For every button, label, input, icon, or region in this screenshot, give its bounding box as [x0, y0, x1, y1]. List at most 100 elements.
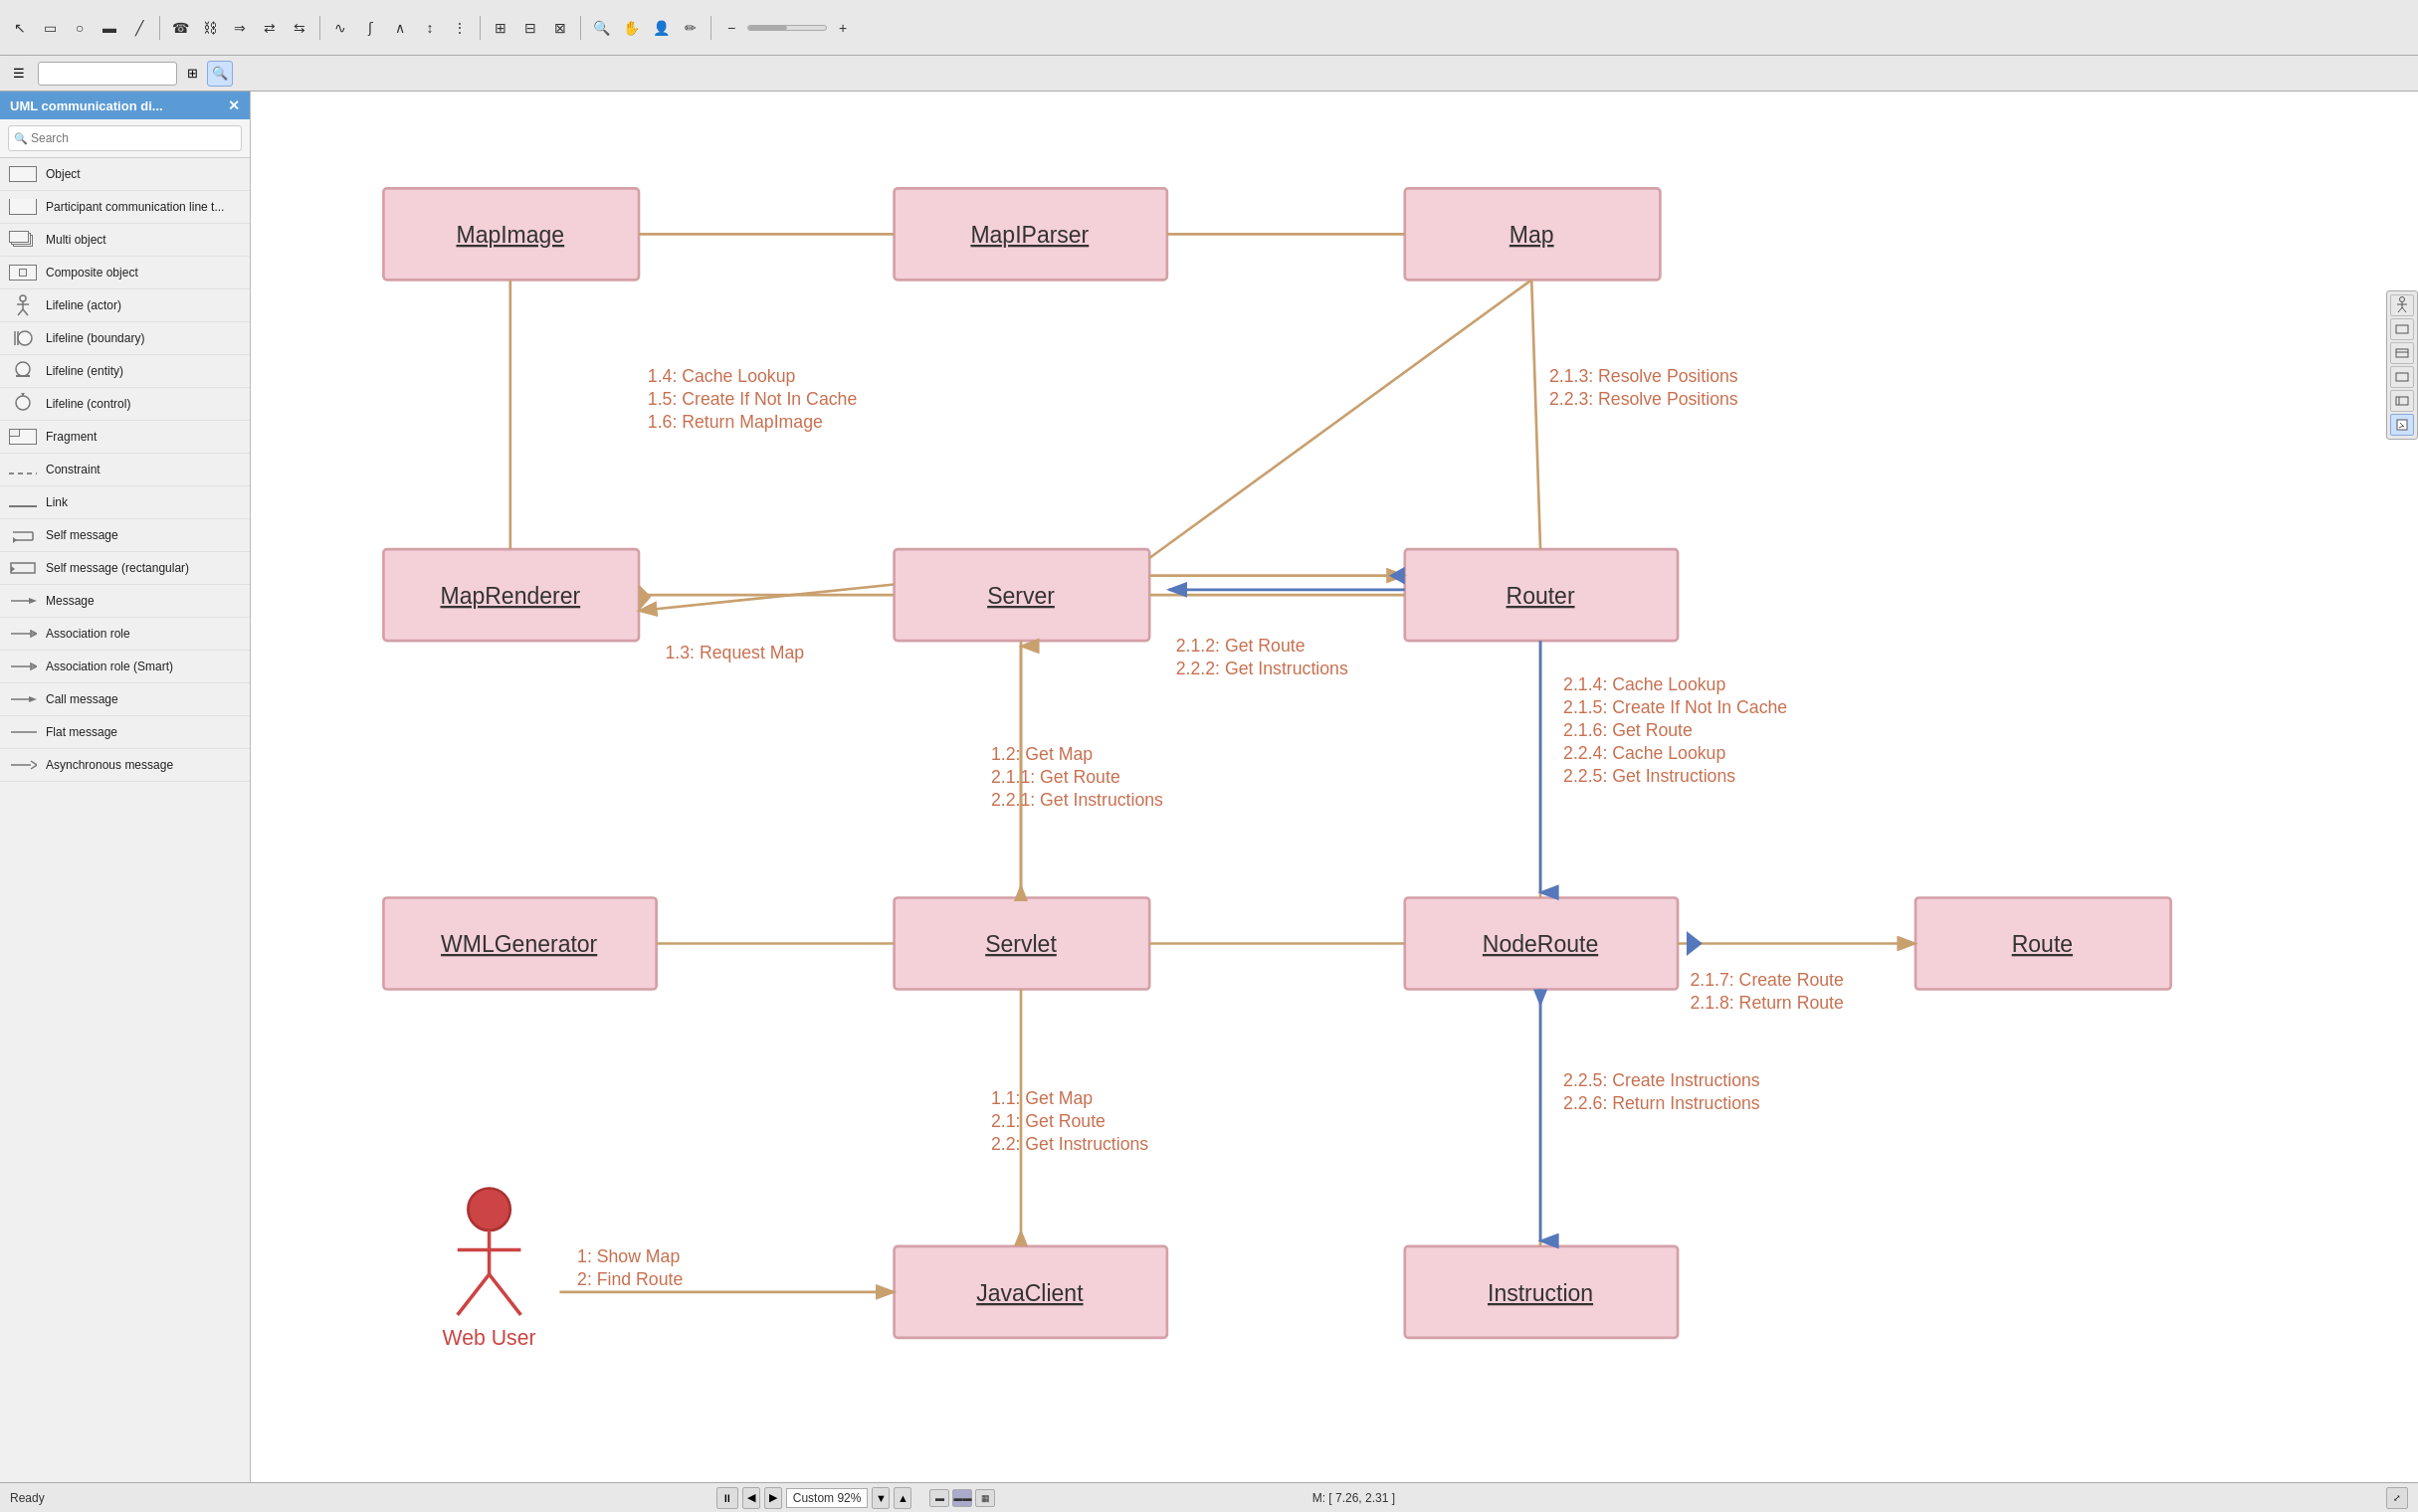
expand-btn[interactable]: ⤢ [2386, 1487, 2408, 1509]
diagram-search-input[interactable] [38, 62, 177, 86]
svg-text:2.1.5: Create If Not In Cache: 2.1.5: Create If Not In Cache [1563, 697, 1787, 717]
distribute-tool[interactable]: ⊟ [516, 14, 544, 42]
secondary-toolbar: ☰ ⊞ 🔍 [0, 56, 2418, 92]
align-tool[interactable]: ⊠ [546, 14, 574, 42]
sidebar-item-flat-message[interactable]: Flat message [0, 716, 250, 749]
svg-text:1.1: Get Map: 1.1: Get Map [991, 1088, 1093, 1108]
float-rect4-btn[interactable] [2390, 390, 2414, 412]
svg-marker-26 [29, 696, 37, 702]
line-tool[interactable]: ╱ [125, 14, 153, 42]
sidebar-label-flat-message: Flat message [46, 725, 117, 739]
pause-btn[interactable]: ⏸ [716, 1487, 738, 1509]
sidebar-item-association-role-smart[interactable]: Association role (Smart) [0, 651, 250, 683]
svg-line-123 [2398, 307, 2402, 312]
view-mode-3[interactable]: ▦ [975, 1489, 995, 1507]
svg-rect-125 [2396, 325, 2408, 333]
object-icon [8, 163, 38, 185]
zoom-down-btn[interactable]: ▼ [872, 1487, 890, 1509]
nodes-tool[interactable]: ⋮ [446, 14, 474, 42]
svg-text:2.2.2: Get Instructions: 2.2.2: Get Instructions [1176, 659, 1348, 678]
prev-btn[interactable]: ◀ [742, 1487, 760, 1509]
sidebar-item-call-message[interactable]: Call message [0, 683, 250, 716]
svg-text:Router: Router [1507, 583, 1575, 609]
sidebar-item-lifeline-boundary[interactable]: Lifeline (boundary) [0, 322, 250, 355]
self-message-icon [8, 524, 38, 546]
sidebar-item-lifeline-entity[interactable]: Lifeline (entity) [0, 355, 250, 388]
sidebar-item-lifeline-control[interactable]: Lifeline (control) [0, 388, 250, 421]
sidebar-label-message: Message [46, 594, 95, 608]
sidebar-item-multi-object[interactable]: Multi object [0, 224, 250, 257]
search-input[interactable] [8, 125, 242, 151]
transform-tool[interactable]: ⊞ [487, 14, 514, 42]
select-tools: ↖ ▭ ○ ▬ ╱ [6, 14, 153, 42]
svg-text:MapRenderer: MapRenderer [440, 583, 580, 609]
svg-text:2.2.5: Create Instructions: 2.2.5: Create Instructions [1563, 1070, 1760, 1090]
user-tool[interactable]: 👤 [647, 14, 675, 42]
self-message-rect-icon [8, 557, 38, 579]
lifeline-control-icon [8, 393, 38, 415]
svg-text:JavaClient: JavaClient [976, 1280, 1084, 1306]
view-mode-2[interactable]: ▬▬ [952, 1489, 972, 1507]
sidebar-item-async-message[interactable]: Asynchronous message [0, 749, 250, 782]
window-tool[interactable]: ▭ [36, 14, 64, 42]
sidebar-item-constraint[interactable]: Constraint [0, 454, 250, 486]
float-rect1-btn[interactable] [2390, 318, 2414, 340]
float-edit-btn[interactable] [2390, 414, 2414, 436]
sidebar-item-composite-object[interactable]: Composite object [0, 257, 250, 289]
bezier-tool[interactable]: ʃ [356, 14, 384, 42]
circle-tool[interactable]: ○ [66, 14, 94, 42]
svg-text:2.1: Get Route: 2.1: Get Route [991, 1111, 1106, 1131]
hamburger-menu[interactable]: ☰ [6, 61, 32, 87]
svg-text:Map: Map [1510, 222, 1554, 248]
sidebar-item-message[interactable]: Message [0, 585, 250, 618]
link-tool[interactable]: ⛓ [196, 14, 224, 42]
sidebar-item-link[interactable]: Link [0, 486, 250, 519]
sidebar-item-participant[interactable]: Participant communication line t... [0, 191, 250, 224]
view-mode-1[interactable]: ▬ [929, 1489, 949, 1507]
svg-line-3 [18, 309, 23, 315]
rect-tool[interactable]: ▬ [96, 14, 123, 42]
flat-message-icon [8, 721, 38, 743]
association-role-smart-icon [8, 656, 38, 677]
zoom-in-btn[interactable]: + [829, 14, 857, 42]
zoom-up-btn[interactable]: ▲ [894, 1487, 911, 1509]
zoom-out-btn[interactable]: − [717, 14, 745, 42]
main-layout: UML communication di... ✕ 🔍 Object [0, 92, 2418, 1482]
search-btn[interactable]: 🔍 [207, 61, 233, 87]
close-sidebar-btn[interactable]: ✕ [228, 97, 240, 113]
float-actor-btn[interactable] [2390, 294, 2414, 316]
curve-tool[interactable]: ∿ [326, 14, 354, 42]
sidebar-item-lifeline-actor[interactable]: Lifeline (actor) [0, 289, 250, 322]
select-tool[interactable]: ↖ [6, 14, 34, 42]
svg-rect-126 [2396, 349, 2408, 357]
sidebar-label-call-message: Call message [46, 692, 118, 706]
sidebar-label-lifeline-boundary: Lifeline (boundary) [46, 331, 144, 345]
measure-tool[interactable]: ↕ [416, 14, 444, 42]
sidebar-item-association-role[interactable]: Association role [0, 618, 250, 651]
edit-tools: ⊞ ⊟ ⊠ [487, 14, 574, 42]
eyedrop-tool[interactable]: ✏ [677, 14, 705, 42]
split-tool[interactable]: ⇄ [256, 14, 284, 42]
canvas-area[interactable]: MapImage MapIParser Map MapRenderer Serv… [251, 92, 2418, 1482]
float-rect3-btn[interactable] [2390, 366, 2414, 388]
phone-tool[interactable]: ☎ [166, 14, 194, 42]
svg-text:2.2.1: Get Instructions: 2.2.1: Get Instructions [991, 790, 1163, 810]
pan-tool[interactable]: ✋ [617, 14, 645, 42]
zoom-tool[interactable]: 🔍 [587, 14, 615, 42]
svg-text:Server: Server [987, 583, 1055, 609]
sidebar-item-self-message[interactable]: Self message [0, 519, 250, 552]
next-btn[interactable]: ▶ [764, 1487, 782, 1509]
arrow-tool[interactable]: ⇒ [226, 14, 254, 42]
svg-text:2.2.6: Return Instructions: 2.2.6: Return Instructions [1563, 1093, 1760, 1113]
association-role-icon [8, 623, 38, 645]
sidebar-label-fragment: Fragment [46, 430, 97, 444]
sidebar-item-object[interactable]: Object [0, 158, 250, 191]
grid-view-btn[interactable]: ⊞ [179, 61, 205, 87]
svg-point-10 [16, 396, 30, 410]
sidebar-item-self-message-rect[interactable]: Self message (rectangular) [0, 552, 250, 585]
merge-tool[interactable]: ⇆ [286, 14, 313, 42]
sidebar-item-fragment[interactable]: Fragment [0, 421, 250, 454]
svg-text:NodeRoute: NodeRoute [1483, 931, 1598, 957]
float-rect2-btn[interactable] [2390, 342, 2414, 364]
polyline-tool[interactable]: ∧ [386, 14, 414, 42]
